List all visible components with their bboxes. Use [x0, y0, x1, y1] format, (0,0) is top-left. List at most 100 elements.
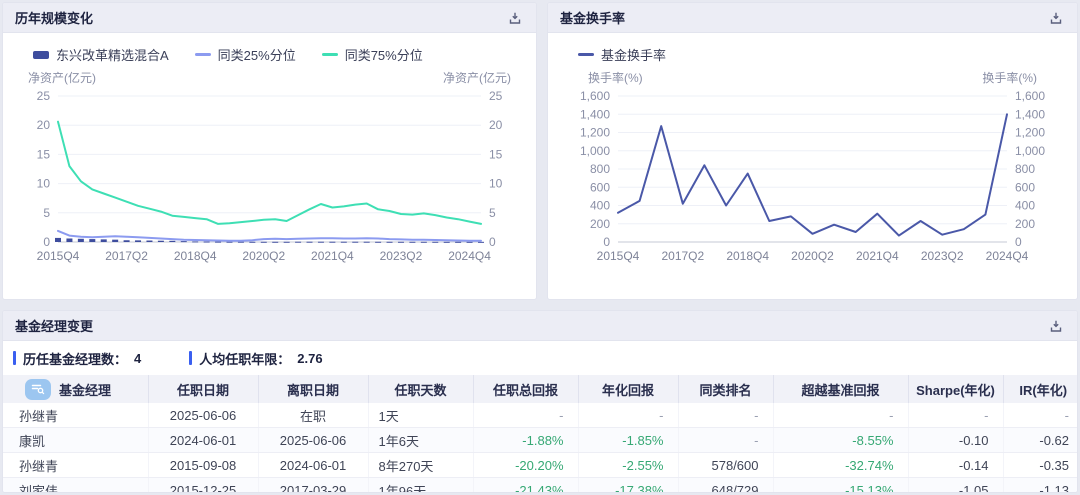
bar	[101, 239, 107, 242]
stat-avg-tenure: 人均任职年限： 2.76	[189, 349, 322, 368]
y-tick-label: 25	[37, 89, 51, 103]
legend-item[interactable]: 基金换手率	[578, 45, 666, 64]
table-cell: -20.20%	[473, 453, 578, 478]
table-cell: 2025-06-06	[258, 428, 368, 453]
bar	[341, 242, 347, 243]
scale-chart: 净资产(亿元)净资产(亿元)005510101515202025252015Q4…	[3, 66, 536, 278]
legend-item[interactable]: 同类75%分位	[322, 45, 423, 64]
bar	[421, 242, 427, 243]
stat-label: 历任基金经理数：	[23, 349, 127, 368]
panel-manager-header: 基金经理变更	[3, 311, 1077, 341]
download-button-turnover[interactable]	[1047, 9, 1065, 27]
bar	[112, 240, 118, 242]
y-tick-label: 10	[489, 177, 503, 191]
bar	[284, 242, 290, 243]
bar	[375, 242, 381, 243]
table-cell: -	[908, 403, 1003, 428]
y-tick-label: 0	[603, 235, 610, 249]
y-tick-label: 15	[37, 147, 51, 161]
table-cell: 孙继青	[3, 403, 148, 428]
x-tick-label: 2020Q2	[791, 249, 834, 263]
bar	[78, 239, 84, 242]
bar	[387, 242, 393, 243]
legend-swatch-icon	[195, 53, 211, 56]
x-tick-label: 2021Q4	[311, 249, 354, 263]
table-cell: 2024-06-01	[258, 453, 368, 478]
x-tick-label: 2021Q4	[856, 249, 899, 263]
table-cell: -15.13%	[773, 478, 908, 494]
table-cell: 2015-09-08	[148, 453, 258, 478]
table-row[interactable]: 孙继青2025-06-06在职1天------	[3, 403, 1078, 428]
turnover-chart-legend: 基金换手率	[548, 33, 1077, 66]
column-header: 任职天数	[368, 375, 473, 403]
bar	[455, 242, 461, 243]
table-row[interactable]: 孙继青2015-09-082024-06-018年270天-20.20%-2.5…	[3, 453, 1078, 478]
bar	[409, 242, 415, 243]
stat-accent-bar	[189, 351, 192, 365]
column-header: Sharpe(年化)	[908, 375, 1003, 403]
bar	[444, 242, 450, 243]
table-cell: -32.74%	[773, 453, 908, 478]
legend-item[interactable]: 东兴改革精选混合A	[33, 45, 169, 64]
table-cell: -0.10	[908, 428, 1003, 453]
bar	[226, 242, 232, 243]
bar	[169, 241, 175, 242]
panel-scale-history: 历年规模变化 东兴改革精选混合A 同类25%分位 同类75%分位 净资产(亿元) 净资…	[2, 2, 537, 300]
table-cell: -1.85%	[578, 428, 678, 453]
y-axis-name-right: 净资产(亿元)	[443, 70, 511, 85]
table-row[interactable]: 康凯2024-06-012025-06-061年6天-1.88%-1.85%--…	[3, 428, 1078, 453]
y-axis-name-left: 换手率(%)	[588, 70, 643, 85]
bar	[124, 240, 130, 242]
stat-manager-count: 历任基金经理数： 4	[13, 349, 141, 368]
x-tick-label: 2024Q4	[986, 249, 1029, 263]
stat-label: 人均任职年限：	[199, 349, 290, 368]
panel-scale-body: 东兴改革精选混合A同类25%分位同类75%分位 净资产(亿元)净资产(亿元)00…	[3, 33, 536, 283]
panel-turnover-header: 基金换手率	[548, 3, 1077, 33]
download-button-scale[interactable]	[506, 9, 524, 27]
y-tick-label: 1,000	[580, 144, 610, 158]
turnover-chart: 换手率(%)换手率(%)002002004004006006008008001,…	[548, 66, 1077, 278]
bar	[181, 241, 187, 242]
table-cell: -	[678, 403, 773, 428]
column-header-label: 基金经理	[59, 380, 111, 399]
page: 历年规模变化 东兴改革精选混合A 同类25%分位 同类75%分位 净资产(亿元) 净资…	[0, 0, 1080, 495]
bar	[146, 241, 152, 242]
table-cell: -21.43%	[473, 478, 578, 494]
y-tick-label: 400	[1015, 199, 1035, 213]
bar	[204, 242, 210, 243]
y-tick-label: 1,200	[1015, 126, 1045, 140]
table-cell: 648/729	[678, 478, 773, 494]
y-tick-label: 400	[590, 199, 610, 213]
bar	[192, 241, 198, 242]
bar	[307, 242, 313, 243]
bar	[55, 238, 61, 242]
legend-label: 同类25%分位	[218, 45, 296, 64]
table-cell: 2024-06-01	[148, 428, 258, 453]
y-axis-name-left: 净资产(亿元)	[28, 70, 96, 85]
download-icon	[508, 11, 522, 25]
legend-item[interactable]: 同类25%分位	[195, 45, 296, 64]
table-head: 基金经理任职日期离职日期任职天数任职总回报年化回报同类排名超越基准回报Sharp…	[3, 375, 1078, 403]
table-row[interactable]: 刘家伟2015-12-252017-03-291年96天-21.43%-17.3…	[3, 478, 1078, 494]
download-button-manager[interactable]	[1047, 317, 1065, 335]
panel-title-turnover: 基金换手率	[560, 8, 625, 27]
y-tick-label: 10	[37, 177, 51, 191]
legend-label: 基金换手率	[601, 45, 666, 64]
column-header: 基金经理	[3, 375, 148, 403]
table-body: 孙继青2025-06-06在职1天------康凯2024-06-012025-…	[3, 403, 1078, 493]
legend-label: 同类75%分位	[345, 45, 423, 64]
bar	[249, 242, 255, 243]
scale-chart-legend: 东兴改革精选混合A 同类25%分位 同类75%分位	[3, 33, 536, 66]
x-tick-label: 2015Q4	[37, 249, 80, 263]
bar	[295, 242, 301, 243]
table-cell: -1.88%	[473, 428, 578, 453]
download-icon	[1049, 319, 1063, 333]
panel-scale-header: 历年规模变化	[3, 3, 536, 33]
y-axis-name-right: 换手率(%)	[982, 70, 1037, 85]
table-cell: -0.14	[908, 453, 1003, 478]
x-tick-label: 2017Q2	[105, 249, 148, 263]
legend-swatch-icon	[33, 51, 49, 59]
y-tick-label: 800	[1015, 162, 1035, 176]
y-tick-label: 0	[43, 235, 50, 249]
stat-value: 4	[134, 351, 141, 366]
